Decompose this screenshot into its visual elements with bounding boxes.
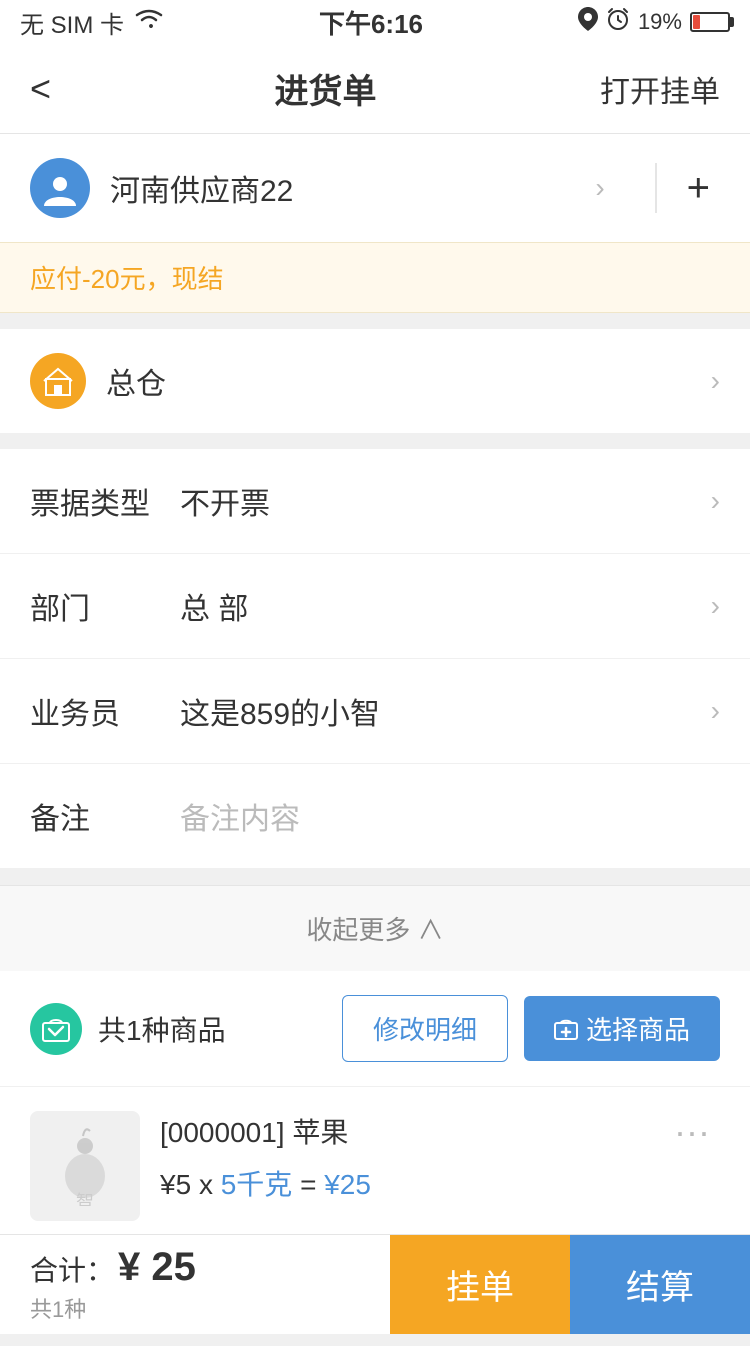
product-equals: =: [300, 1169, 324, 1200]
total-amount: ¥ 25: [118, 1245, 196, 1290]
warning-text: 应付-20元，现结: [30, 264, 224, 294]
warehouse-row[interactable]: 总仓 ›: [0, 329, 750, 433]
supplier-chevron-icon: ›: [595, 172, 604, 204]
invoice-value: 不开票: [180, 479, 711, 523]
supplier-section: 河南供应商22 › + 应付-20元，现结: [0, 134, 750, 313]
product-total: ¥25: [324, 1169, 371, 1200]
status-time: 下午6:16: [319, 4, 423, 41]
location-icon: [578, 7, 598, 37]
back-button[interactable]: <: [30, 68, 51, 110]
warehouse-section: 总仓 ›: [0, 329, 750, 433]
supplier-divider: [655, 163, 657, 213]
product-thumbnail: 智: [30, 1111, 140, 1221]
remark-placeholder: 备注内容: [180, 794, 720, 838]
products-section: 共1种商品 修改明细 选择商品 智: [0, 971, 750, 1246]
select-product-label: 选择商品: [586, 1010, 690, 1047]
warehouse-name: 总仓: [106, 359, 711, 403]
product-name: [0000001] 苹果: [160, 1111, 664, 1151]
modify-detail-button[interactable]: 修改明细: [342, 995, 508, 1062]
status-bar: 无 SIM 卡 下午6:16 19%: [0, 0, 750, 44]
collapse-label: 收起更多 ∧: [306, 910, 443, 947]
product-code: [0000001]: [160, 1117, 285, 1148]
sales-value: 这是859的小智: [180, 689, 711, 733]
battery-icon: [690, 12, 730, 32]
supplier-name: 河南供应商22: [110, 166, 595, 210]
warehouse-icon: [30, 353, 86, 409]
page-title: 进货单: [275, 64, 377, 113]
form-section: 票据类型 不开票 › 部门 总 部 › 业务员 这是859的小智 › 备注 备注…: [0, 449, 750, 869]
settle-button[interactable]: 结算: [570, 1235, 750, 1334]
invoice-row[interactable]: 票据类型 不开票 ›: [0, 449, 750, 554]
open-pending-button[interactable]: 打开挂单: [600, 67, 720, 111]
wifi-icon: [134, 8, 164, 37]
status-carrier: 无 SIM 卡: [20, 5, 164, 40]
department-label: 部门: [30, 584, 180, 628]
department-value: 总 部: [180, 584, 711, 628]
product-item: 智 [0000001] 苹果 ¥5 x 5千克 = ¥25 ···: [0, 1087, 750, 1246]
product-info: [0000001] 苹果 ¥5 x 5千克 = ¥25: [160, 1111, 664, 1203]
svg-text:智: 智: [76, 1192, 94, 1206]
remark-label: 备注: [30, 794, 180, 838]
supplier-add-button[interactable]: +: [677, 166, 720, 211]
collapse-row[interactable]: 收起更多 ∧: [0, 885, 750, 971]
sales-label: 业务员: [30, 689, 180, 733]
hang-order-button[interactable]: 挂单: [390, 1235, 570, 1334]
alarm-icon: [606, 7, 630, 37]
invoice-chevron-icon: ›: [711, 485, 720, 517]
product-title: 苹果: [292, 1117, 348, 1148]
total-sub: 共1种: [30, 1292, 360, 1324]
sales-row[interactable]: 业务员 这是859的小智 ›: [0, 659, 750, 764]
products-header: 共1种商品 修改明细 选择商品: [0, 971, 750, 1087]
supplier-row[interactable]: 河南供应商22 › +: [0, 134, 750, 242]
carrier-text: 无 SIM 卡: [20, 5, 124, 40]
warning-banner: 应付-20元，现结: [0, 242, 750, 313]
department-row[interactable]: 部门 总 部 ›: [0, 554, 750, 659]
nav-bar: < 进货单 打开挂单: [0, 44, 750, 134]
product-multiply: x: [199, 1169, 221, 1200]
product-quantity: 5千克: [221, 1169, 293, 1200]
content: 河南供应商22 › + 应付-20元，现结 总仓 › 票据类型 不开票: [0, 134, 750, 1346]
product-unit-price: ¥5: [160, 1169, 191, 1200]
supplier-avatar: [30, 158, 90, 218]
battery-percentage: 19%: [638, 9, 682, 35]
products-count: 共1种商品: [98, 1009, 342, 1049]
bottom-bar: 合计： ¥ 25 共1种 挂单 结算: [0, 1234, 750, 1334]
remark-row[interactable]: 备注 备注内容: [0, 764, 750, 869]
select-product-button[interactable]: 选择商品: [524, 996, 720, 1061]
product-more-button[interactable]: ···: [664, 1111, 720, 1153]
status-indicators: 19%: [578, 7, 730, 37]
total-label: 合计：: [30, 1249, 114, 1289]
invoice-label: 票据类型: [30, 479, 180, 523]
warehouse-chevron-icon: ›: [711, 365, 720, 397]
bottom-total: 合计： ¥ 25 共1种: [0, 1235, 390, 1334]
sales-chevron-icon: ›: [711, 695, 720, 727]
product-price: ¥5 x 5千克 = ¥25: [160, 1163, 664, 1203]
products-icon: [30, 1003, 82, 1055]
department-chevron-icon: ›: [711, 590, 720, 622]
